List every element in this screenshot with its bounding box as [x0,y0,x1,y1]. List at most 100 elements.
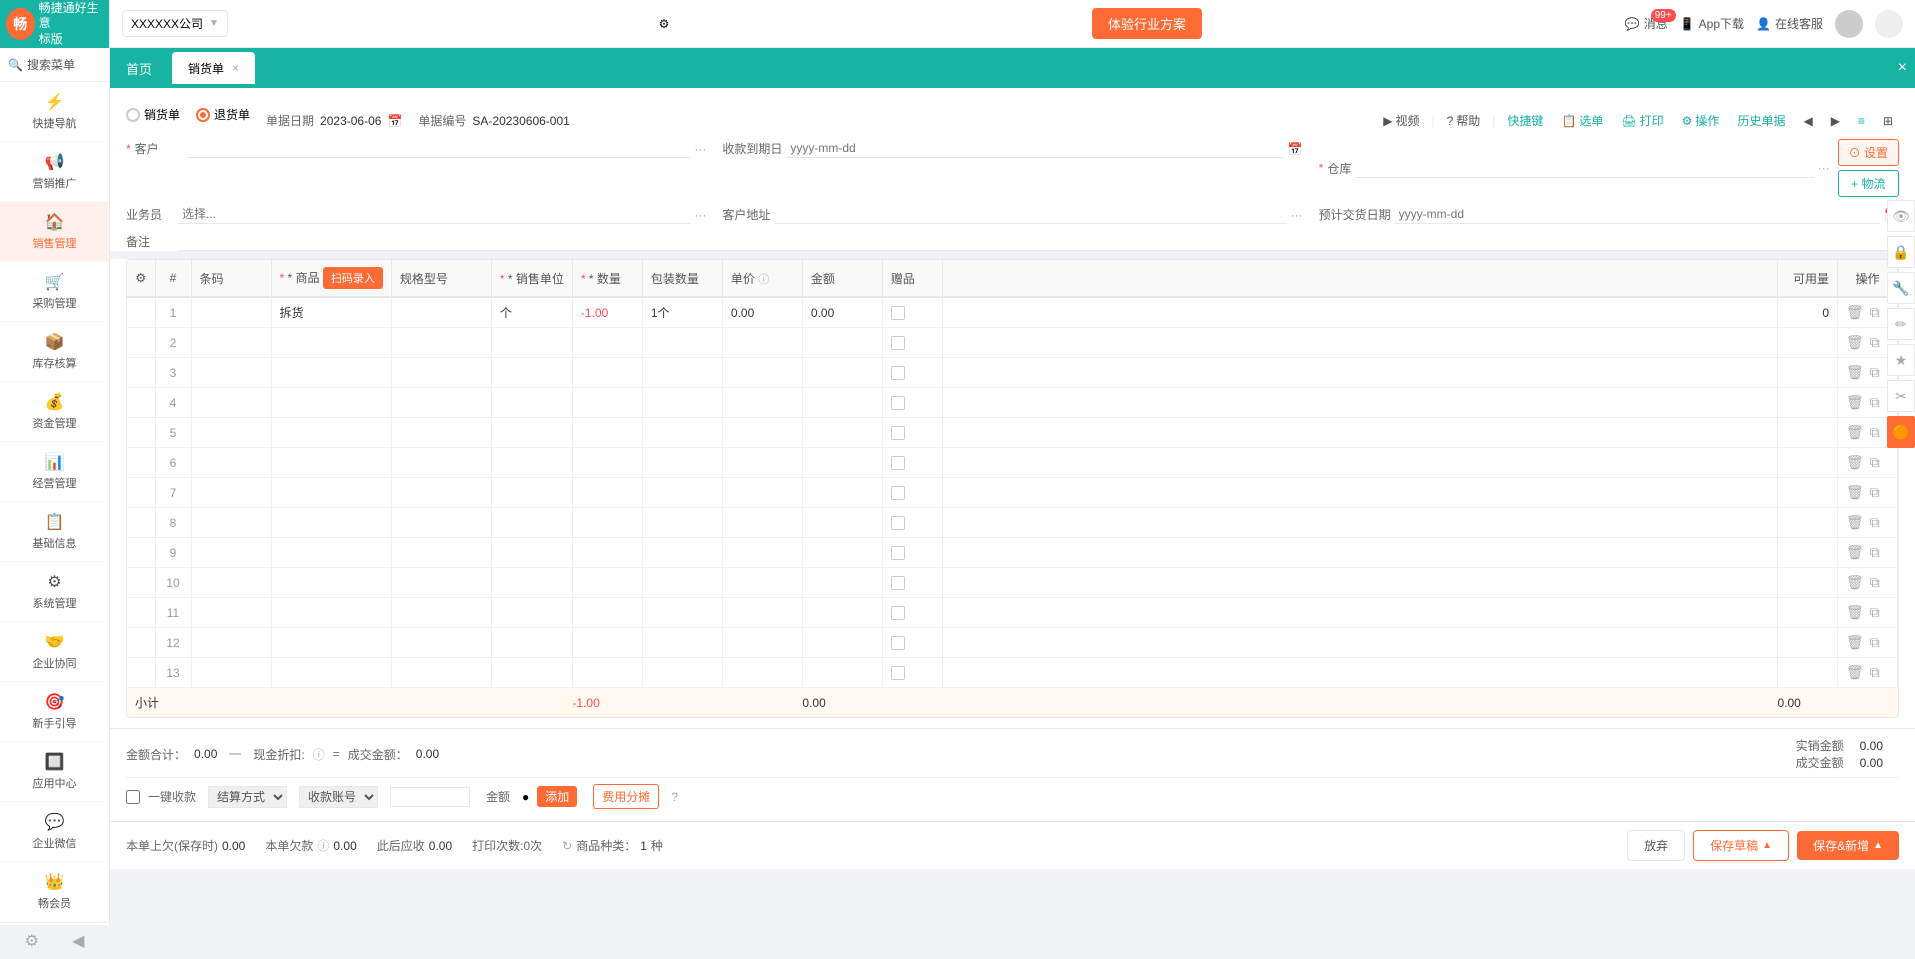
account-input[interactable] [390,787,470,807]
copy-row-icon-3[interactable]: ⧉ [1870,394,1880,411]
sidebar-search[interactable]: 🔍 搜索菜单 [0,48,109,82]
cell-pack-2[interactable] [642,358,722,388]
sidebar-item-system[interactable]: ⚙ 系统管理 [0,562,109,622]
cell-qty-12[interactable] [572,658,642,688]
cell-qty-10[interactable] [572,598,642,628]
print-btn[interactable]: 🖨 打印 [1615,110,1669,131]
price-info-icon[interactable]: ⓘ [758,274,769,286]
cell-qty-6[interactable] [572,478,642,508]
trial-button[interactable]: 体验行业方案 [1092,8,1202,39]
cell-product-12[interactable] [271,658,391,688]
cell-price-9[interactable] [722,568,802,598]
delete-row-icon-3[interactable]: 🗑 [1846,394,1864,411]
cell-unit-9[interactable] [491,568,572,598]
cell-product-8[interactable] [271,538,391,568]
delete-row-icon-11[interactable]: 🗑 [1846,634,1864,651]
cell-product-2[interactable] [271,358,391,388]
expected-date-input[interactable] [1395,205,1880,224]
cell-product-9[interactable] [271,568,391,598]
view-list-btn[interactable]: ≡ [1852,112,1871,130]
copy-row-icon-12[interactable]: ⧉ [1870,664,1880,681]
delete-row-icon-2[interactable]: 🗑 [1846,364,1864,381]
cell-gift-12[interactable] [882,658,942,688]
cell-qty-5[interactable] [572,448,642,478]
cell-amount-5[interactable] [802,448,882,478]
cell-qty-3[interactable] [572,388,642,418]
right-panel-btn-3[interactable]: 🔧 [1887,272,1915,304]
cell-amount-1[interactable] [802,328,882,358]
cell-spec-3[interactable] [391,388,491,418]
cell-gift-11[interactable] [882,628,942,658]
cell-qty-2[interactable] [572,358,642,388]
save-draft-button[interactable]: 保存草稿 ▲ [1693,830,1789,861]
cell-gift-9[interactable] [882,568,942,598]
cell-price-4[interactable] [722,418,802,448]
cell-price-1[interactable] [722,328,802,358]
settle-method-select[interactable]: 结算方式 [208,786,287,808]
cell-product-11[interactable] [271,628,391,658]
cell-barcode-11[interactable] [191,628,271,658]
cell-gift-8[interactable] [882,538,942,568]
cell-pack-5[interactable] [642,448,722,478]
delete-row-icon-0[interactable]: 🗑 [1846,304,1864,321]
cell-product-7[interactable] [271,508,391,538]
select-order-btn[interactable]: 📋 选单 [1555,110,1609,131]
cell-barcode-0[interactable] [191,297,271,328]
cell-spec-5[interactable] [391,448,491,478]
right-panel-btn-5[interactable]: ★ [1887,344,1915,376]
split-help-icon[interactable]: ? [671,790,678,804]
app-download-item[interactable]: 📱 App下载 [1680,15,1744,32]
cell-unit-10[interactable] [491,598,572,628]
sidebar-item-appstore[interactable]: 🔲 应用中心 [0,742,109,802]
right-panel-btn-1[interactable]: 👁 [1887,200,1915,232]
copy-row-icon-4[interactable]: ⧉ [1870,424,1880,441]
cell-spec-7[interactable] [391,508,491,538]
cell-pack-0[interactable]: 1个 [642,297,722,328]
cell-pack-3[interactable] [642,388,722,418]
debt-info-icon[interactable]: ⓘ [317,837,329,854]
copy-row-icon-5[interactable]: ⧉ [1870,454,1880,471]
right-panel-btn-7[interactable]: 🟠 [1887,416,1915,448]
warehouse-input[interactable]: 建材仓 [1355,159,1813,178]
salesman-input[interactable] [178,205,690,224]
prev-btn[interactable]: ◀ [1797,112,1818,130]
cell-pack-9[interactable] [642,568,722,598]
company-selector[interactable]: XXXXXX公司 ▼ [122,10,228,37]
cell-barcode-7[interactable] [191,508,271,538]
cell-amount-0[interactable]: 0.00 [802,297,882,328]
cell-unit-0[interactable]: 个 [491,297,572,328]
next-btn[interactable]: ▶ [1825,112,1846,130]
settings-gear[interactable]: ⚙ [659,17,670,31]
cell-amount-8[interactable] [802,538,882,568]
delete-row-icon-9[interactable]: 🗑 [1846,574,1864,591]
collection-calendar-icon[interactable]: 📅 [1288,142,1303,156]
cell-unit-5[interactable] [491,448,572,478]
cell-amount-3[interactable] [802,388,882,418]
add-payment-button[interactable]: 添加 [537,786,577,807]
salesman-dots[interactable]: ··· [694,208,706,222]
cell-product-3[interactable] [271,388,391,418]
cell-barcode-6[interactable] [191,478,271,508]
cell-price-3[interactable] [722,388,802,418]
video-btn[interactable]: ▶ 视频 [1377,110,1425,131]
cell-spec-9[interactable] [391,568,491,598]
sidebar-item-inventory[interactable]: 📦 库存核算 [0,322,109,382]
cell-spec-4[interactable] [391,418,491,448]
save-new-dropdown-icon[interactable]: ▲ [1873,840,1883,851]
col-settings-header[interactable]: ⚙ [127,260,155,297]
customer-input[interactable] [187,139,691,158]
cell-product-1[interactable] [271,328,391,358]
cell-product-0[interactable]: 拆货 [271,297,391,328]
cell-barcode-8[interactable] [191,538,271,568]
cell-unit-12[interactable] [491,658,572,688]
radio-sale-order[interactable]: 销货单 [126,106,180,123]
cell-barcode-1[interactable] [191,328,271,358]
cell-barcode-4[interactable] [191,418,271,448]
avatar2[interactable] [1875,10,1903,38]
cell-amount-10[interactable] [802,598,882,628]
sidebar-item-guide[interactable]: 🎯 新手引导 [0,682,109,742]
cell-gift-1[interactable] [882,328,942,358]
sidebar-item-purchase[interactable]: 🛒 采购管理 [0,262,109,322]
cell-qty-9[interactable] [572,568,642,598]
cell-price-7[interactable] [722,508,802,538]
